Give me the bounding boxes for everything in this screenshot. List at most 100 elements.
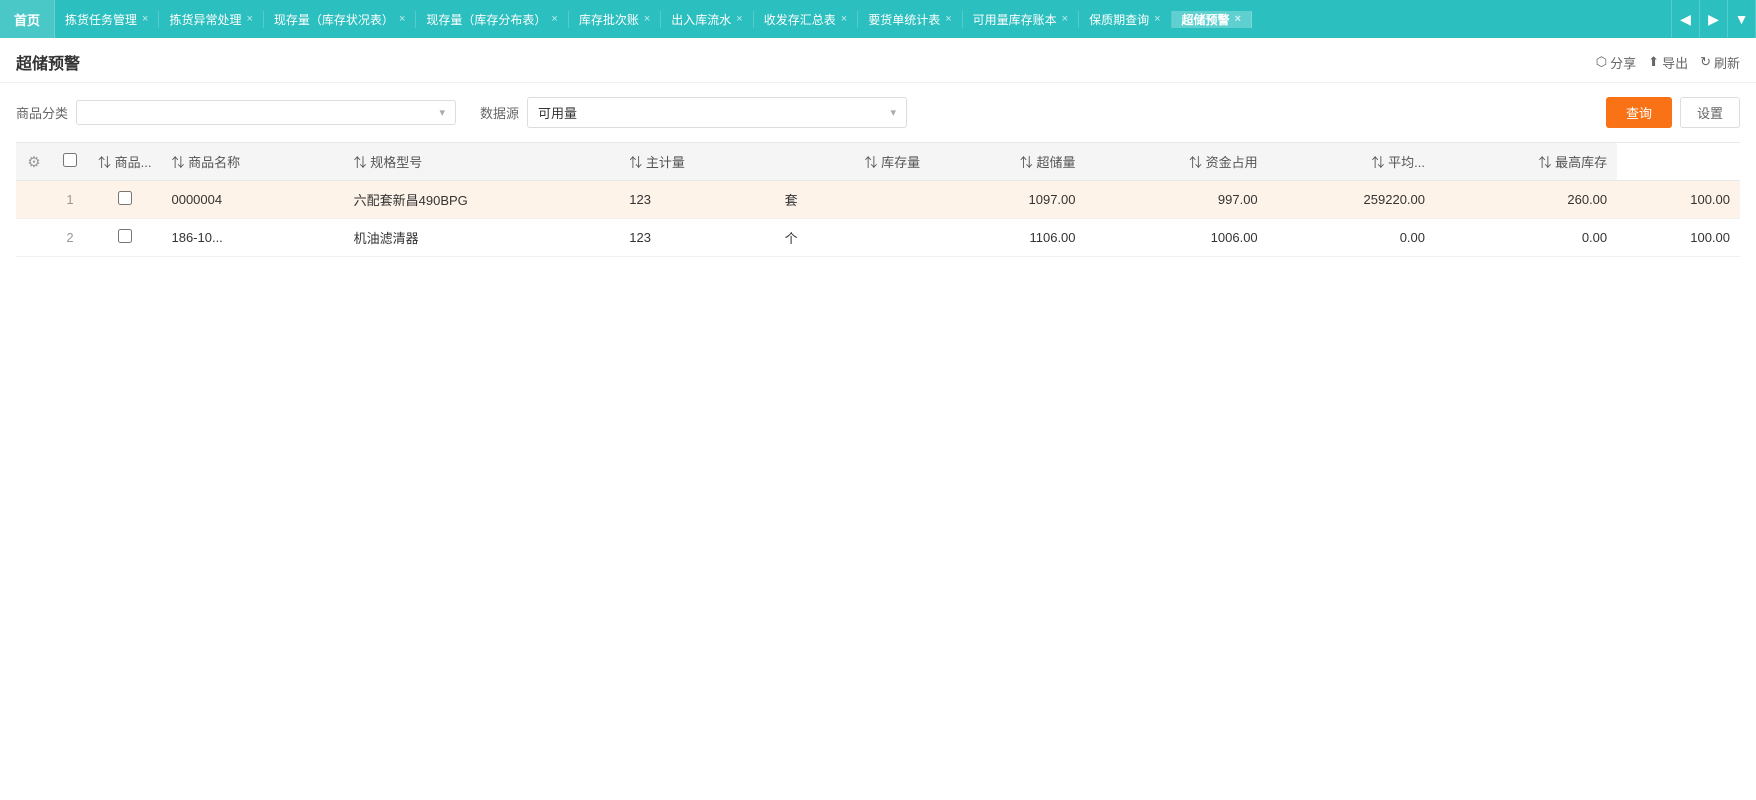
page-title: 超储预警	[16, 50, 80, 74]
nav-arrows: ◀ ▶ ▼	[1671, 0, 1756, 38]
close-tab-icon[interactable]: ×	[644, 13, 650, 25]
row-name-cell: 机油滤清器	[344, 219, 620, 257]
nav-tab-tab6[interactable]: 出入库流水 ×	[661, 11, 753, 28]
row-avg-cell: 0.00	[1435, 219, 1617, 257]
row-code-cell: 186-10...	[161, 219, 343, 257]
datasource-select[interactable]: 可用量 ▾	[527, 97, 907, 128]
col-over-header[interactable]: ⇅ 超储量	[930, 143, 1085, 181]
table-row: 1 0000004 六配套新昌490BPG 123 套 1097.00 997.…	[16, 181, 1740, 219]
export-icon: ⬆	[1648, 54, 1659, 70]
nav-tab-label: 现存量（库存分布表）	[426, 11, 546, 28]
row-over-cell: 1006.00	[1086, 219, 1268, 257]
row-max-cell: 100.00	[1617, 181, 1740, 219]
col-code-header[interactable]: ⇅ 商品...	[88, 143, 161, 181]
category-label: 商品分类	[16, 103, 68, 122]
page-content: 超储预警 ⬡ 分享 ⬆ 导出 ↻ 刷新 商品分类 ▾ 数据源	[0, 38, 1756, 800]
row-num-cell: 2	[52, 219, 88, 257]
nav-tab-label: 可用量库存账本	[973, 11, 1057, 28]
nav-tab-label: 保质期查询	[1089, 11, 1149, 28]
gear-icon[interactable]: ⚙	[27, 154, 40, 171]
nav-tab-tab2[interactable]: 拣货异常处理 ×	[159, 11, 263, 28]
page-header: 超储预警 ⬡ 分享 ⬆ 导出 ↻ 刷新	[0, 38, 1756, 83]
row-max-cell: 100.00	[1617, 219, 1740, 257]
category-filter: 商品分类 ▾	[16, 100, 456, 125]
row-name-cell: 六配套新昌490BPG	[344, 181, 620, 219]
col-gear-header[interactable]: ⚙	[16, 143, 52, 181]
nav-tab-tab8[interactable]: 要货单统计表 ×	[858, 11, 962, 28]
nav-tab-tab9[interactable]: 可用量库存账本 ×	[963, 11, 1079, 28]
nav-tab-label: 库存批次账	[579, 11, 639, 28]
close-tab-icon[interactable]: ×	[945, 13, 951, 25]
nav-tab-tab4[interactable]: 现存量（库存分布表） ×	[416, 11, 568, 28]
close-tab-icon[interactable]: ×	[1235, 13, 1241, 25]
row-code-cell: 0000004	[161, 181, 343, 219]
nav-tab-tab1[interactable]: 拣货任务管理×	[55, 11, 159, 28]
row-spec-cell: 123	[619, 181, 774, 219]
col-avg-header[interactable]: ⇅ 平均...	[1268, 143, 1435, 181]
nav-bar: 首页 拣货任务管理×拣货异常处理×现存量（库存状况表）×现存量（库存分布表）×库…	[0, 0, 1756, 38]
share-button[interactable]: ⬡ 分享	[1596, 53, 1636, 72]
nav-tab-label: 超储预警	[1182, 11, 1230, 28]
col-spec-header[interactable]: ⇅ 规格型号	[344, 143, 620, 181]
close-tab-icon[interactable]: ×	[551, 13, 557, 25]
row-checkbox-cell[interactable]	[88, 181, 161, 219]
row-spec-cell: 123	[619, 219, 774, 257]
table-wrapper: ⚙ ⇅ 商品... ⇅ 商品名称 ⇅ 规格型号 ⇅ 主计量	[0, 142, 1756, 257]
col-stock-header[interactable]: ⇅ 库存量	[775, 143, 930, 181]
nav-prev-button[interactable]: ◀	[1672, 0, 1700, 38]
select-all-checkbox[interactable]	[63, 153, 77, 167]
nav-tabs: 拣货任务管理×拣货异常处理×现存量（库存状况表）×现存量（库存分布表）×库存批次…	[55, 11, 1671, 28]
row-checkbox-cell[interactable]	[88, 219, 161, 257]
col-checkbox-header[interactable]	[52, 143, 88, 181]
datasource-select-value: 可用量	[538, 103, 577, 122]
col-capital-header[interactable]: ⇅ 资金占用	[1086, 143, 1268, 181]
export-button[interactable]: ⬆ 导出	[1648, 53, 1688, 72]
refresh-icon: ↻	[1700, 54, 1711, 70]
close-tab-icon[interactable]: ×	[246, 13, 252, 25]
close-tab-icon[interactable]: ×	[399, 13, 405, 25]
close-tab-icon[interactable]: ×	[142, 13, 148, 25]
category-select[interactable]: ▾	[76, 100, 456, 125]
row-gear-cell	[16, 219, 52, 257]
nav-tab-label: 拣货异常处理	[169, 11, 241, 28]
refresh-button[interactable]: ↻ 刷新	[1700, 53, 1740, 72]
nav-tab-tab7[interactable]: 收发存汇总表 ×	[754, 11, 858, 28]
row-avg-cell: 260.00	[1435, 181, 1617, 219]
close-tab-icon[interactable]: ×	[841, 13, 847, 25]
chevron-down-icon: ▾	[439, 106, 445, 119]
row-capital-cell: 0.00	[1268, 219, 1435, 257]
close-tab-icon[interactable]: ×	[1062, 13, 1068, 25]
main-table: ⚙ ⇅ 商品... ⇅ 商品名称 ⇅ 规格型号 ⇅ 主计量	[16, 142, 1740, 257]
close-tab-icon[interactable]: ×	[736, 13, 742, 25]
datasource-label: 数据源	[480, 103, 519, 122]
page-actions: ⬡ 分享 ⬆ 导出 ↻ 刷新	[1596, 53, 1740, 72]
row-over-cell: 997.00	[1086, 181, 1268, 219]
share-icon: ⬡	[1596, 54, 1607, 70]
nav-tab-tab5[interactable]: 库存批次账 ×	[569, 11, 661, 28]
table-header-row: ⚙ ⇅ 商品... ⇅ 商品名称 ⇅ 规格型号 ⇅ 主计量	[16, 143, 1740, 181]
row-checkbox[interactable]	[118, 191, 132, 205]
datasource-filter: 数据源 可用量 ▾	[480, 97, 907, 128]
nav-tab-label: 出入库流水	[671, 11, 731, 28]
nav-tab-label: 收发存汇总表	[764, 11, 836, 28]
row-capital-cell: 259220.00	[1268, 181, 1435, 219]
nav-tab-tab10[interactable]: 保质期查询 ×	[1079, 11, 1171, 28]
row-gear-cell	[16, 181, 52, 219]
row-stock-cell: 1106.00	[930, 219, 1085, 257]
col-name-header[interactable]: ⇅ 商品名称	[161, 143, 343, 181]
nav-home[interactable]: 首页	[0, 0, 55, 38]
close-tab-icon[interactable]: ×	[1154, 13, 1160, 25]
nav-more-button[interactable]: ▼	[1728, 0, 1756, 38]
nav-next-button[interactable]: ▶	[1700, 0, 1728, 38]
chevron-down-icon-2: ▾	[891, 106, 897, 119]
settings-button[interactable]: 设置	[1680, 97, 1740, 128]
col-unit-header[interactable]: ⇅ 主计量	[619, 143, 774, 181]
row-unit-cell: 套	[775, 181, 930, 219]
nav-tab-label: 要货单统计表	[868, 11, 940, 28]
col-max-header[interactable]: ⇅ 最高库存	[1435, 143, 1617, 181]
row-num-cell: 1	[52, 181, 88, 219]
query-button[interactable]: 查询	[1606, 97, 1672, 128]
row-checkbox[interactable]	[118, 229, 132, 243]
nav-tab-tab3[interactable]: 现存量（库存状况表）×	[264, 11, 416, 28]
nav-tab-tab11[interactable]: 超储预警 ×	[1172, 11, 1252, 28]
